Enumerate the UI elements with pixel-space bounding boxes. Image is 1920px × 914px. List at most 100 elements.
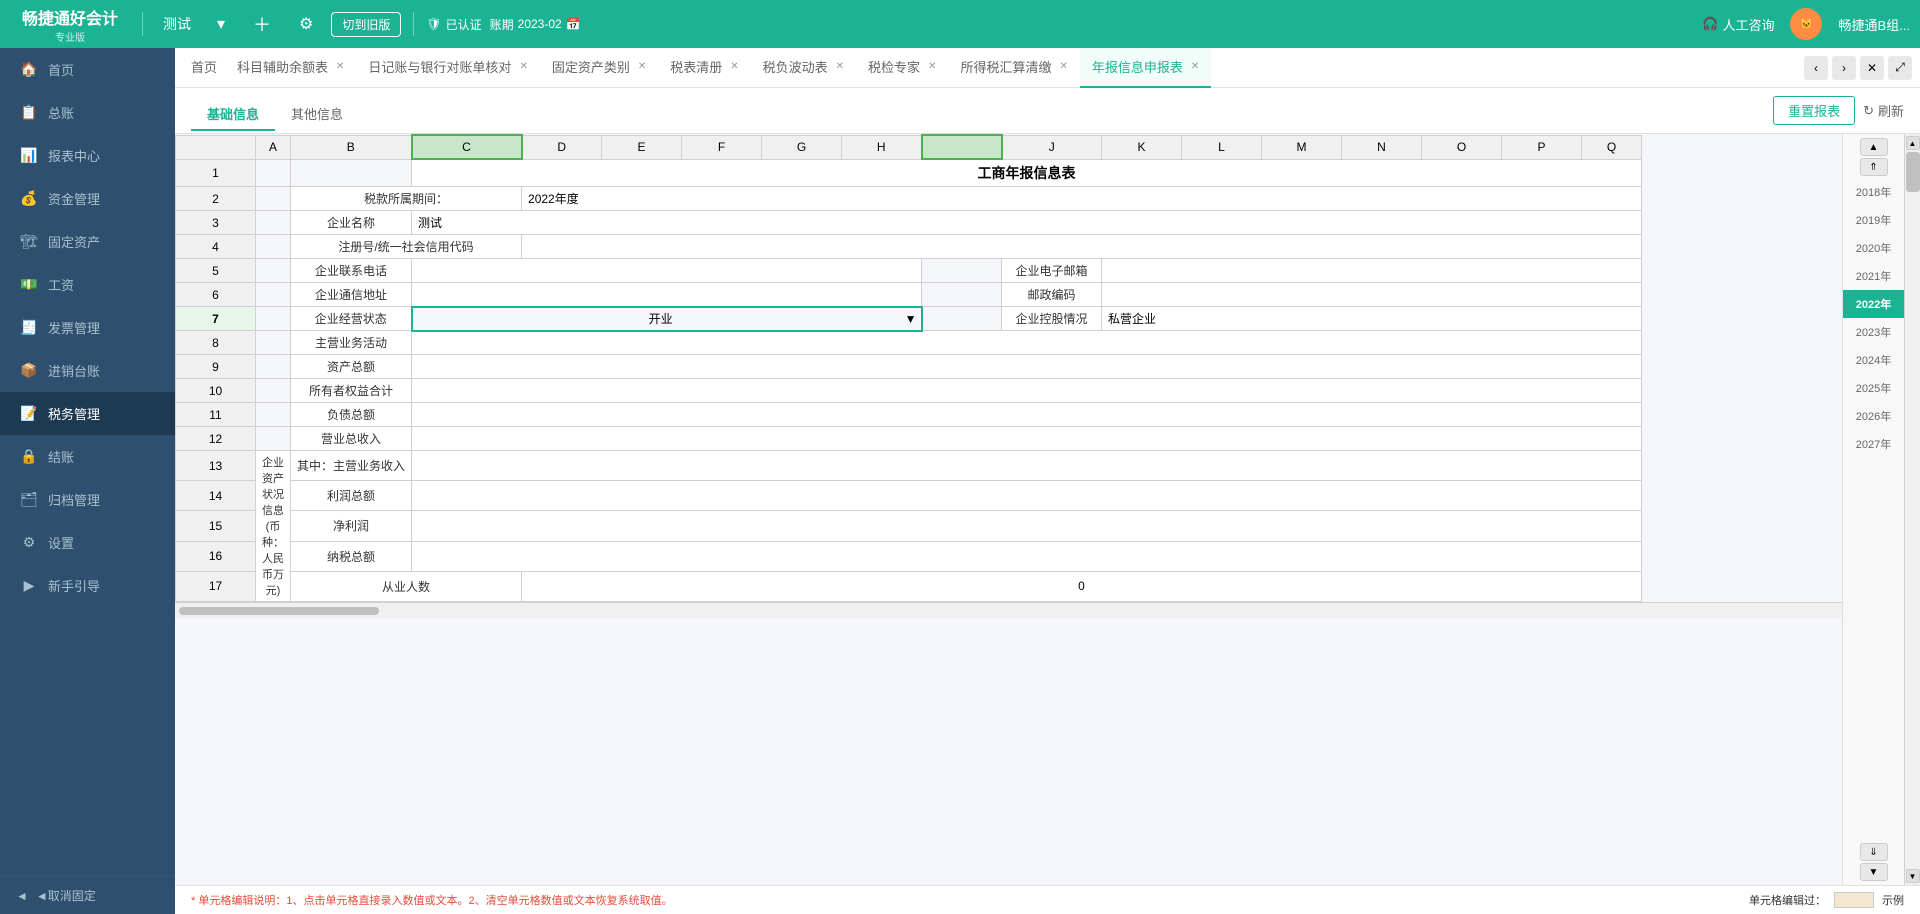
tab-next-btn[interactable]: › [1832,56,1856,80]
tab-prev-btn[interactable]: ‹ [1804,56,1828,80]
year-scroll-top-btn[interactable]: ⇑ [1860,158,1888,176]
col-header-n[interactable]: N [1342,135,1422,159]
cell-15-value[interactable] [412,511,1642,541]
cell-5i[interactable] [922,259,1002,283]
current-tab-label[interactable]: 测试 [155,14,199,34]
spreadsheet-main[interactable]: A B C D E F G H J K [175,134,1842,885]
sidebar-item-payroll[interactable]: 💵 工资 [0,263,175,306]
year-2020[interactable]: 2020年 [1843,234,1904,262]
cell-6-right-value[interactable] [1102,283,1642,307]
tab-close-aux-balance[interactable]: ✕ [336,61,344,72]
tab-tax-list[interactable]: 税表清册 ✕ [658,48,750,88]
cell-9a[interactable] [256,355,291,379]
cell-17-label[interactable]: 从业人数 [291,571,522,601]
col-header-b[interactable]: B [291,135,412,159]
cell-13-value[interactable] [412,451,1642,481]
reset-btn[interactable]: 重置报表 [1773,96,1855,125]
cell-2-value[interactable]: 2022年度 [522,187,1642,211]
cell-1a[interactable] [256,159,291,187]
cell-6-right-label[interactable]: 邮政编码 [1002,283,1102,307]
tab-tax-expert[interactable]: 税检专家 ✕ [856,48,948,88]
v-scroll-up-btn[interactable]: ▲ [1906,136,1920,150]
cell-15-sublabel[interactable]: 净利润 [291,511,412,541]
col-header-h[interactable]: H [842,135,922,159]
cell-14-value[interactable] [412,481,1642,511]
cell-5-value[interactable] [412,259,922,283]
year-2023[interactable]: 2023年 [1843,318,1904,346]
tab-expand-btn[interactable]: ⤢ [1888,56,1912,80]
col-header-a[interactable]: A [256,135,291,159]
dropdown-btn[interactable]: ▾ [207,11,235,37]
col-header-c[interactable]: C [412,135,522,159]
sidebar-item-reports[interactable]: 📊 报表中心 [0,134,175,177]
col-header-g[interactable]: G [762,135,842,159]
cell-6-value[interactable] [412,283,922,307]
year-2026[interactable]: 2026年 [1843,402,1904,430]
cell-7-dropdown[interactable]: 开业 ▼ [412,307,922,331]
avatar[interactable]: 🐱 [1790,8,1822,40]
cell-16-value[interactable] [412,541,1642,571]
cell-3-value[interactable]: 测试 [412,211,1642,235]
cell-5-right-value[interactable] [1102,259,1642,283]
col-header-i[interactable] [922,135,1002,159]
cell-8a[interactable] [256,331,291,355]
tab-tax-fluctuation[interactable]: 税负波动表 ✕ [751,48,856,88]
cell-11-sublabel[interactable]: 负债总额 [291,403,412,427]
sidebar-item-purchase-sales[interactable]: 📦 进销台账 [0,349,175,392]
col-header-e[interactable]: E [602,135,682,159]
cell-10-sublabel[interactable]: 所有者权益合计 [291,379,412,403]
cell-4-value[interactable] [522,235,1642,259]
v-scroll-down-btn[interactable]: ▼ [1906,869,1920,883]
tab-annual-report[interactable]: 年报信息申报表 ✕ [1080,48,1211,88]
cell-3-label[interactable]: 企业名称 [291,211,412,235]
cell-7i[interactable] [922,307,1002,331]
tab-home[interactable]: 首页 [183,48,225,88]
sidebar-item-closing[interactable]: 🔒 结账 [0,435,175,478]
cell-11a[interactable] [256,403,291,427]
col-header-j[interactable]: J [1002,135,1102,159]
cell-13-sublabel[interactable]: 其中：主营业务收入 [291,451,412,481]
year-scroll-down-btn[interactable]: ▼ [1860,863,1888,881]
year-2024[interactable]: 2024年 [1843,346,1904,374]
switch-old-btn[interactable]: 切到旧版 [331,12,401,37]
sidebar-item-general-ledger[interactable]: 📋 总账 [0,91,175,134]
calendar-icon[interactable]: 📅 [566,17,581,31]
add-btn[interactable]: ＋ [243,8,281,40]
col-header-q[interactable]: Q [1582,135,1642,159]
tab-close-annual-report[interactable]: ✕ [1191,61,1199,72]
tab-close-all-btn[interactable]: ✕ [1860,56,1884,80]
sidebar-item-archive[interactable]: 🗂 归档管理 [0,478,175,521]
sidebar-item-tax[interactable]: 📝 税务管理 [0,392,175,435]
h-scrollbar[interactable] [175,602,1842,618]
cell-6-label[interactable]: 企业通信地址 [291,283,412,307]
cell-5-right-label[interactable]: 企业电子邮箱 [1002,259,1102,283]
v-scrollbar-thumb[interactable] [1906,152,1920,192]
h-scrollbar-thumb[interactable] [179,607,379,615]
cell-7-right-label[interactable]: 企业控股情况 [1002,307,1102,331]
cell-12-sublabel[interactable]: 营业总收入 [291,427,412,451]
cell-4-label[interactable]: 注册号/统一社会信用代码 [291,235,522,259]
sidebar-item-settings[interactable]: ⚙ 设置 [0,521,175,564]
cell-2-label[interactable]: 税款所属期间： [291,187,522,211]
cell-14-sublabel[interactable]: 利润总额 [291,481,412,511]
year-2027[interactable]: 2027年 [1843,430,1904,458]
year-scroll-bottom-btn[interactable]: ⇓ [1860,843,1888,861]
cell-4a[interactable] [256,235,291,259]
cell-3a[interactable] [256,211,291,235]
support-btn[interactable]: 🎧 人工咨询 [1702,15,1774,34]
tab-income-tax[interactable]: 所得税汇算清缴 ✕ [948,48,1079,88]
dropdown-arrow[interactable]: ▼ [905,312,917,326]
cell-9-value[interactable] [412,355,1642,379]
col-header-o[interactable]: O [1422,135,1502,159]
year-2025[interactable]: 2025年 [1843,374,1904,402]
col-header-k[interactable]: K [1102,135,1182,159]
tab-journal-bank[interactable]: 日记账与银行对账单核对 ✕ [356,48,539,88]
cell-8-label[interactable]: 主营业务活动 [291,331,412,355]
cell-17-value[interactable]: 0 [522,571,1642,601]
cell-5-label[interactable]: 企业联系电话 [291,259,412,283]
cell-10-value[interactable] [412,379,1642,403]
cell-7-label[interactable]: 企业经营状态 [291,307,412,331]
year-2018[interactable]: 2018年 [1843,178,1904,206]
cell-8-value[interactable] [412,331,1642,355]
sidebar-item-home[interactable]: 🏠 首页 [0,48,175,91]
